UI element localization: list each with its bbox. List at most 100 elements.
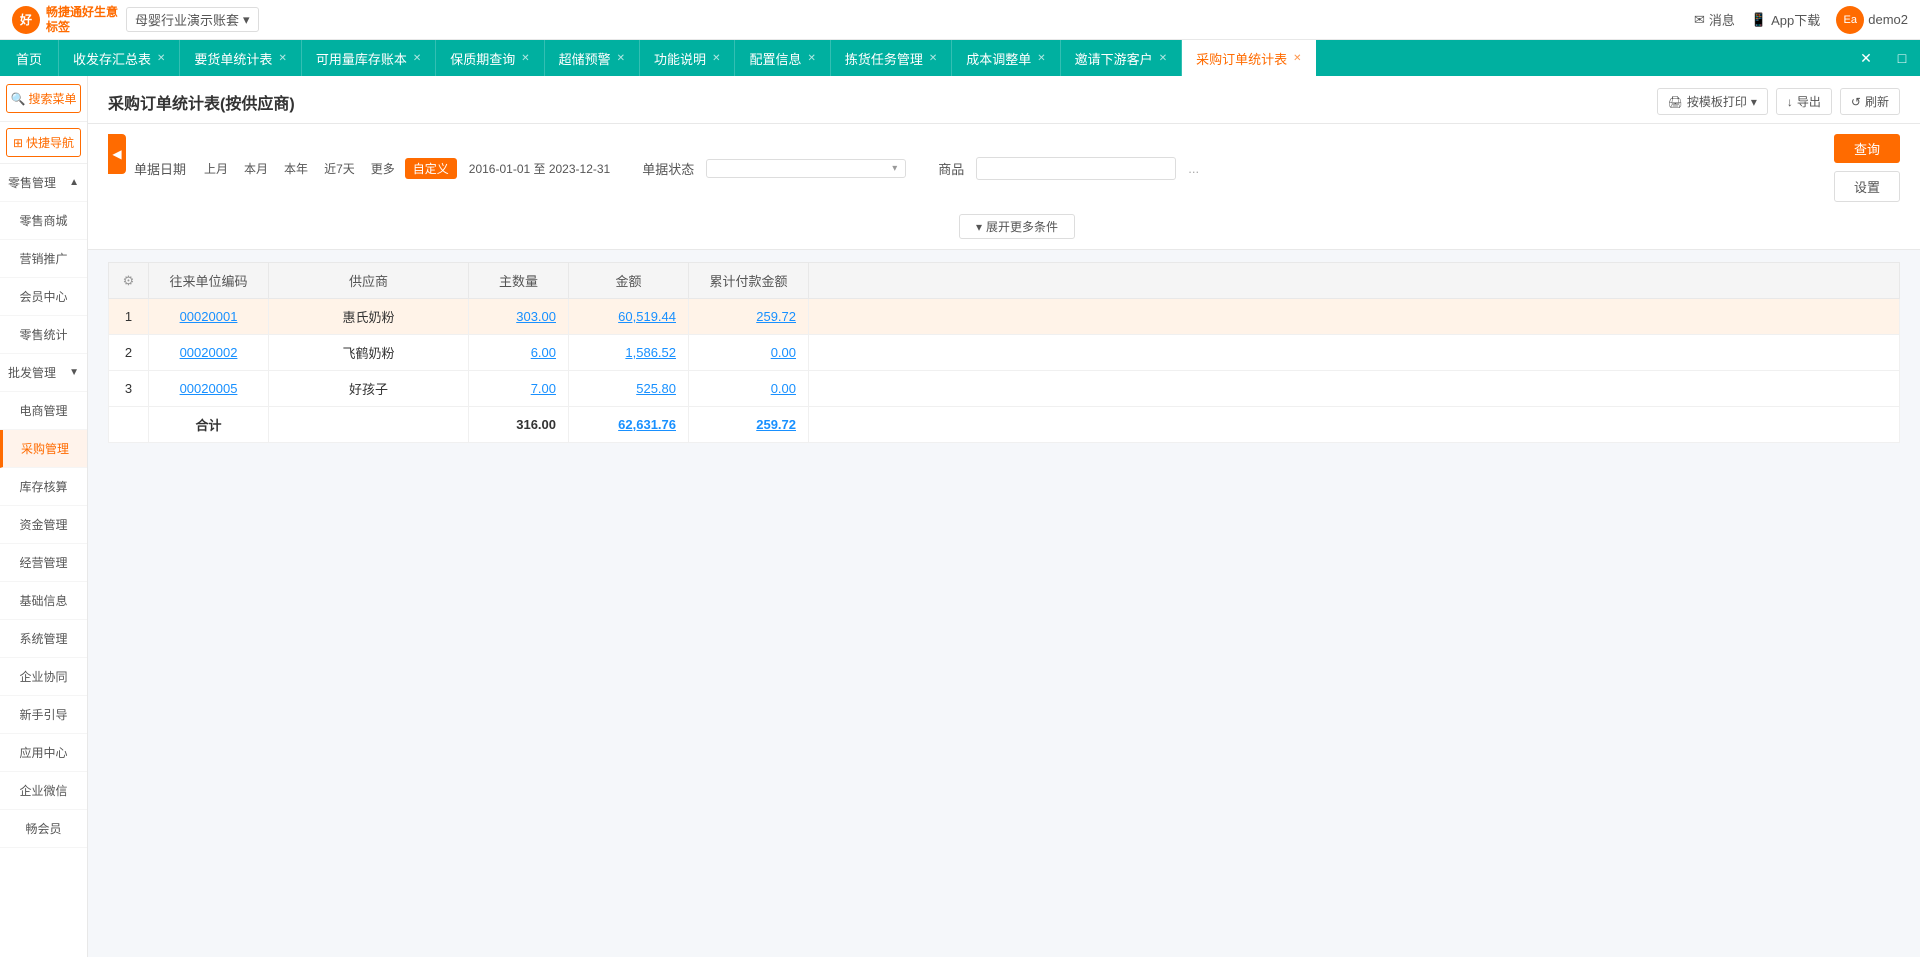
table-footer-row: 合计 316.00 62,631.76 259.72: [109, 407, 1900, 443]
maximize-window-button[interactable]: □: [1884, 40, 1920, 76]
close-tab-receive-summary[interactable]: ✕: [157, 53, 165, 64]
row-paid[interactable]: 0.00: [689, 335, 809, 371]
tab-receive-summary[interactable]: 收发存汇总表 ✕: [59, 40, 180, 76]
row-paid[interactable]: 0.00: [689, 371, 809, 407]
close-tab-validity-query[interactable]: ✕: [521, 53, 529, 64]
app-download-action[interactable]: 📱 App下载: [1751, 10, 1820, 29]
gear-icon[interactable]: ⚙: [123, 273, 135, 289]
tab-purchase-summary[interactable]: 采购订单统计表 ✕: [1182, 40, 1316, 76]
close-tab-function-desc[interactable]: ✕: [712, 53, 720, 64]
tab-invite-downstream[interactable]: 邀请下游客户 ✕: [1061, 40, 1182, 76]
nav-tabs: 首页 收发存汇总表 ✕ 要货单统计表 ✕ 可用量库存账本 ✕ 保质期查询 ✕ 超…: [0, 40, 1920, 76]
sidebar-item-enterprise-wechat[interactable]: 企业微信: [0, 772, 87, 810]
row-amount[interactable]: 1,586.52: [569, 335, 689, 371]
shortcut-more[interactable]: 更多: [365, 158, 401, 179]
page-header-actions: 🖨 按模板打印 ▾ ↓ 导出 ↺ 刷新: [1657, 88, 1900, 115]
message-action[interactable]: ✉ 消息: [1694, 10, 1735, 29]
footer-paid[interactable]: 259.72: [689, 407, 809, 443]
page-title: 采购订单统计表(按供应商): [108, 90, 295, 114]
user-profile[interactable]: Ea demo2: [1836, 6, 1908, 34]
sidebar-item-retail-manage[interactable]: 零售管理 ▲: [0, 164, 87, 202]
logo-icon: 好: [12, 6, 40, 34]
tab-overstock-warning[interactable]: 超储预警 ✕: [545, 40, 640, 76]
sidebar-item-enterprise-collab[interactable]: 企业协同: [0, 658, 87, 696]
footer-empty-2: [269, 407, 469, 443]
page-header: 采购订单统计表(按供应商) 🖨 按模板打印 ▾ ↓ 导出 ↺ 刷新: [88, 76, 1920, 124]
tab-validity-query[interactable]: 保质期查询 ✕: [436, 40, 544, 76]
print-button[interactable]: 🖨 按模板打印 ▾: [1657, 88, 1768, 115]
sidebar-item-operation-manage[interactable]: 经营管理: [0, 544, 87, 582]
row-code[interactable]: 00020005: [149, 371, 269, 407]
close-tab-pick-task[interactable]: ✕: [929, 53, 937, 64]
sidebar-item-basic-info[interactable]: 基础信息: [0, 582, 87, 620]
close-tab-purchase-summary[interactable]: ✕: [1293, 53, 1301, 64]
footer-amount[interactable]: 62,631.76: [569, 407, 689, 443]
sidebar-item-member-center[interactable]: 会员中心: [0, 278, 87, 316]
sidebar-item-purchase-manage[interactable]: 采购管理: [0, 430, 87, 468]
export-icon: ↓: [1787, 95, 1793, 109]
chevron-up-icon: ▲: [69, 177, 79, 188]
shortcut-this-year[interactable]: 本年: [278, 158, 314, 179]
row-amount[interactable]: 525.80: [569, 371, 689, 407]
collapse-arrow-button[interactable]: ◀: [108, 134, 126, 174]
chevron-down-icon: ▾: [243, 12, 250, 28]
sidebar-item-new-guide[interactable]: 新手引导: [0, 696, 87, 734]
footer-empty-1: [109, 407, 149, 443]
data-table: ⚙ 往来单位编码 供应商 主数量 金额 累计付款金额 1 00020001 惠氏…: [108, 262, 1900, 443]
expand-conditions-button[interactable]: ▾ 展开更多条件: [959, 214, 1075, 239]
sidebar-item-app-center[interactable]: 应用中心: [0, 734, 87, 772]
query-button[interactable]: 查询: [1834, 134, 1900, 163]
row-num: 3: [109, 371, 149, 407]
refresh-button[interactable]: ↺ 刷新: [1840, 88, 1900, 115]
chevron-down-icon: ▾: [892, 163, 897, 174]
quick-nav-button[interactable]: ⊞ 快捷导航: [6, 128, 81, 157]
refresh-icon: ↺: [1851, 95, 1861, 109]
shortcut-last-month[interactable]: 上月: [198, 158, 234, 179]
sidebar-item-ecommerce-manage[interactable]: 电商管理: [0, 392, 87, 430]
sidebar-item-system-manage[interactable]: 系统管理: [0, 620, 87, 658]
tab-pick-task[interactable]: 拣货任务管理 ✕: [831, 40, 952, 76]
sidebar-item-member-vip[interactable]: 畅会员: [0, 810, 87, 848]
tab-config-info[interactable]: 配置信息 ✕: [735, 40, 830, 76]
row-paid[interactable]: 259.72: [689, 299, 809, 335]
tab-home[interactable]: 首页: [0, 40, 59, 76]
tab-function-desc[interactable]: 功能说明 ✕: [640, 40, 735, 76]
goods-more-icon[interactable]: ...: [1188, 161, 1199, 176]
close-tab-available-stock[interactable]: ✕: [413, 53, 421, 64]
close-tab-invite-downstream[interactable]: ✕: [1159, 53, 1167, 64]
tab-cost-adjust[interactable]: 成本调整单 ✕: [952, 40, 1060, 76]
custom-date-badge[interactable]: 自定义: [405, 158, 457, 179]
shortcut-this-month[interactable]: 本月: [238, 158, 274, 179]
close-window-button[interactable]: ✕: [1848, 40, 1884, 76]
search-menu-button[interactable]: 🔍 搜索菜单: [6, 84, 81, 113]
sidebar-item-finance-manage[interactable]: 资金管理: [0, 506, 87, 544]
sidebar-item-inventory-check[interactable]: 库存核算: [0, 468, 87, 506]
sidebar-item-retail-stats[interactable]: 零售统计: [0, 316, 87, 354]
close-tab-config-info[interactable]: ✕: [807, 53, 815, 64]
close-tab-goods-summary[interactable]: ✕: [278, 53, 286, 64]
close-tab-cost-adjust[interactable]: ✕: [1037, 53, 1045, 64]
row-code[interactable]: 00020001: [149, 299, 269, 335]
col-header-extra: [809, 263, 1900, 299]
row-qty[interactable]: 6.00: [469, 335, 569, 371]
row-qty[interactable]: 7.00: [469, 371, 569, 407]
close-tab-overstock-warning[interactable]: ✕: [617, 53, 625, 64]
nav-tabs-controls: ✕ □: [1848, 40, 1920, 76]
shortcut-last-7-days[interactable]: 近7天: [318, 158, 361, 179]
row-amount[interactable]: 60,519.44: [569, 299, 689, 335]
sidebar-search-section: 🔍 搜索菜单: [0, 76, 87, 122]
settings-button[interactable]: 设置: [1834, 171, 1900, 202]
industry-selector[interactable]: 母婴行业演示账套 ▾: [126, 7, 259, 32]
sidebar-item-wholesale-manage[interactable]: 批发管理 ▼: [0, 354, 87, 392]
filter-area: ◀ 单据日期 上月 本月 本年 近7天 更多 自定义 2016-01-01 至 …: [88, 124, 1920, 250]
sidebar-item-marketing[interactable]: 营销推广: [0, 240, 87, 278]
sidebar-item-retail-shop[interactable]: 零售商城: [0, 202, 87, 240]
goods-input[interactable]: [976, 157, 1176, 180]
tab-goods-summary[interactable]: 要货单统计表 ✕: [180, 40, 301, 76]
tab-available-stock[interactable]: 可用量库存账本 ✕: [302, 40, 436, 76]
top-bar-right: ✉ 消息 📱 App下载 Ea demo2: [1694, 6, 1908, 34]
row-code[interactable]: 00020002: [149, 335, 269, 371]
row-qty[interactable]: 303.00: [469, 299, 569, 335]
export-button[interactable]: ↓ 导出: [1776, 88, 1832, 115]
status-select[interactable]: ▾: [706, 159, 906, 178]
